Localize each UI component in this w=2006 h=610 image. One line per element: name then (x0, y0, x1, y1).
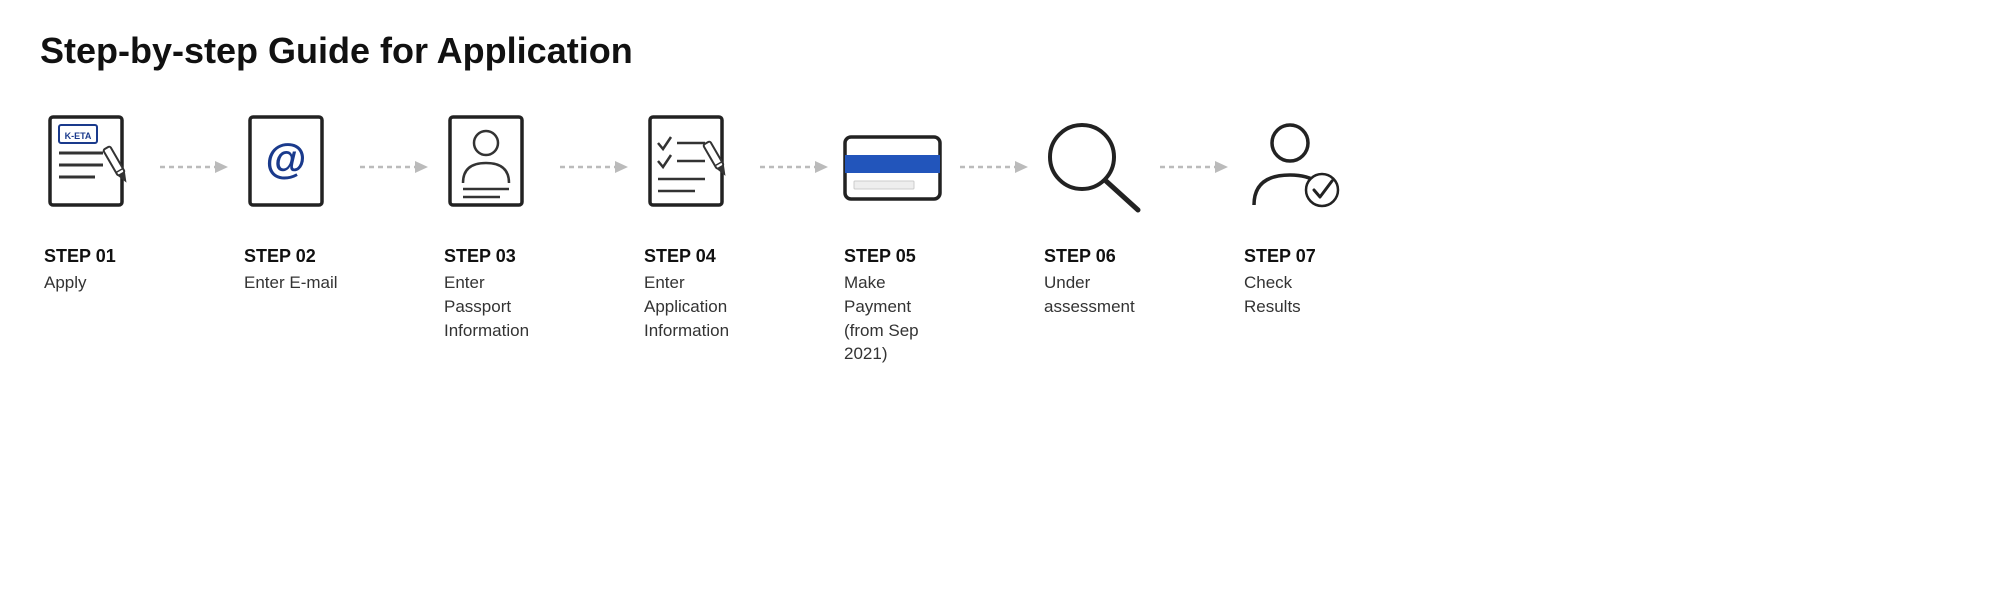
step-06-label: STEP 06 Underassessment (1040, 246, 1135, 319)
step-07-name: CheckResults (1244, 271, 1316, 319)
step-02-name: Enter E-mail (244, 271, 338, 295)
step-01-icon: K-ETA (40, 112, 150, 222)
step-07: STEP 07 CheckResults (1240, 112, 1440, 319)
step-05-number: STEP 05 (844, 246, 919, 267)
arrow-03 (550, 152, 640, 182)
step-01-label: STEP 01 Apply (40, 246, 116, 295)
step-03-name: EnterPassportInformation (444, 271, 529, 342)
step-02-label: STEP 02 Enter E-mail (240, 246, 338, 295)
step-05-name: MakePayment(from Sep2021) (844, 271, 919, 366)
step-05: STEP 05 MakePayment(from Sep2021) (840, 112, 1040, 366)
step-05-label: STEP 05 MakePayment(from Sep2021) (840, 246, 919, 366)
step-02: @ STEP 02 Enter E-mail (240, 112, 440, 295)
arrow-06 (1150, 152, 1240, 182)
step-04: STEP 04 EnterApplicationInformation (640, 112, 840, 342)
step-07-icon (1240, 112, 1350, 222)
step-01-number: STEP 01 (44, 246, 116, 267)
page-title: Step-by-step Guide for Application (40, 30, 1966, 72)
step-03-number: STEP 03 (444, 246, 529, 267)
step-02-icon: @ (240, 112, 350, 222)
step-01: K-ETA (40, 112, 240, 295)
step-07-label: STEP 07 CheckResults (1240, 246, 1316, 319)
step-02-number: STEP 02 (244, 246, 338, 267)
steps-container: K-ETA (40, 112, 1966, 366)
step-04-label: STEP 04 EnterApplicationInformation (640, 246, 729, 342)
step-01-name: Apply (44, 271, 116, 295)
step-07-number: STEP 07 (1244, 246, 1316, 267)
arrow-04 (750, 152, 840, 182)
step-06-name: Underassessment (1044, 271, 1135, 319)
arrow-05 (950, 152, 1040, 182)
step-03-label: STEP 03 EnterPassportInformation (440, 246, 529, 342)
arrow-01 (150, 152, 240, 182)
step-03-icon (440, 112, 550, 222)
step-04-number: STEP 04 (644, 246, 729, 267)
step-06-number: STEP 06 (1044, 246, 1135, 267)
step-06-icon (1040, 112, 1150, 222)
step-03: STEP 03 EnterPassportInformation (440, 112, 640, 342)
step-06: STEP 06 Underassessment (1040, 112, 1240, 319)
svg-text:@: @ (266, 135, 307, 182)
step-04-name: EnterApplicationInformation (644, 271, 729, 342)
arrow-02 (350, 152, 440, 182)
svg-text:K-ETA: K-ETA (65, 131, 92, 141)
step-05-icon (840, 112, 950, 222)
step-04-icon (640, 112, 750, 222)
